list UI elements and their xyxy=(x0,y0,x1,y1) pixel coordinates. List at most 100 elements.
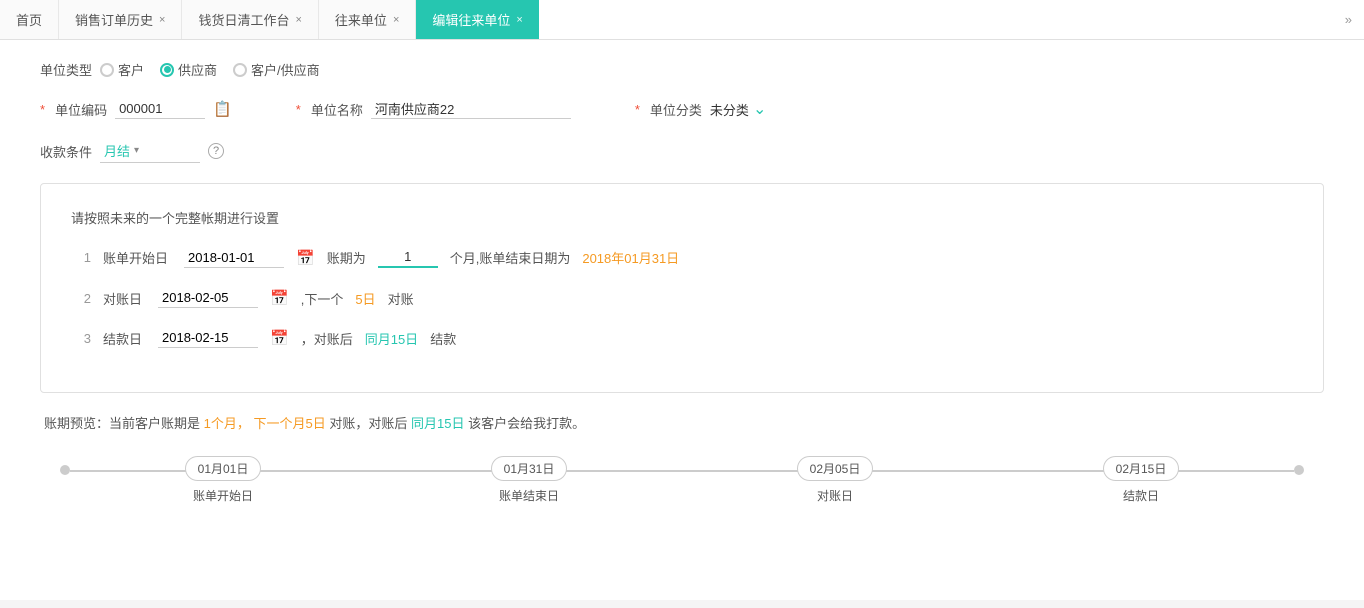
period-suffix: 个月,账单结束日期为 xyxy=(450,248,571,267)
unit-code-icon[interactable]: 📋 xyxy=(213,100,232,118)
period-label: 账期为 xyxy=(327,248,366,267)
payment-date-cal-icon[interactable]: 📅 xyxy=(270,329,289,347)
unit-name-input[interactable] xyxy=(371,99,571,119)
reconcile-date-cal-icon[interactable]: 📅 xyxy=(270,289,289,307)
preview-mid: 对账，对账后 xyxy=(329,416,407,431)
unit-name-label: 单位名称 xyxy=(311,100,363,119)
radio-group: 客户 供应商 客户/供应商 xyxy=(100,60,320,79)
unit-info-row: * 单位编码 📋 * 单位名称 * 单位分类 未分类 ⌄ xyxy=(40,99,1324,119)
tab-home[interactable]: 首页 xyxy=(0,0,59,39)
payment-terms-row: 收款条件 月结 ▾ ? xyxy=(40,139,1324,163)
radio-both-circle[interactable] xyxy=(233,63,247,77)
payment-terms-value: 月结 xyxy=(104,141,130,160)
row-label-1: 账单开始日 xyxy=(103,248,168,267)
timeline-start-dot xyxy=(60,465,70,475)
preview-suffix: 该客户会给我打款。 xyxy=(468,416,585,431)
tab-edit-partner[interactable]: 编辑往来单位 × xyxy=(416,0,538,39)
payment-date-input[interactable] xyxy=(158,328,258,348)
tab-partner-label: 往来单位 xyxy=(335,10,387,29)
row-num-2: 2 xyxy=(71,291,91,306)
unit-code-label: 单位编码 xyxy=(55,100,107,119)
timeline-date-2: 01月31日 xyxy=(491,456,568,481)
unit-type-label: 单位类型 xyxy=(40,60,92,79)
timeline-label-1: 账单开始日 xyxy=(193,487,253,504)
timeline-label-3: 对账日 xyxy=(817,487,853,504)
radio-customer[interactable]: 客户 xyxy=(100,60,144,79)
timeline-date-4: 02月15日 xyxy=(1103,456,1180,481)
tab-cash-work-close[interactable]: × xyxy=(295,14,301,26)
category-dropdown-arrow[interactable]: ⌄ xyxy=(753,99,766,119)
unit-category-value: 未分类 xyxy=(710,100,749,119)
tab-sales-history-label: 销售订单历史 xyxy=(75,10,153,29)
preview-part3: 同月15日 xyxy=(411,416,464,431)
timeline-label-4: 结款日 xyxy=(1123,487,1159,504)
unit-type-field: 单位类型 客户 供应商 客户/供应商 xyxy=(40,60,320,79)
radio-both[interactable]: 客户/供应商 xyxy=(233,60,320,79)
tab-partner[interactable]: 往来单位 × xyxy=(319,0,416,39)
tab-cash-work-label: 钱货日清工作台 xyxy=(198,10,289,29)
tab-cash-work[interactable]: 钱货日清工作台 × xyxy=(182,0,318,39)
preview-part2: 下一个月5日 xyxy=(254,416,326,431)
setting-row-2: 2 对账日 📅 ,下一个 5日 对账 xyxy=(71,288,1293,308)
payment-day-highlight: 同月15日 xyxy=(365,329,418,348)
reconcile-day-highlight: 5日 xyxy=(355,289,375,308)
page-content: 单位类型 客户 供应商 客户/供应商 * 单位编码 xyxy=(0,40,1364,600)
radio-supplier-label: 供应商 xyxy=(178,60,217,79)
radio-both-label: 客户/供应商 xyxy=(251,60,320,79)
timeline-end-dot xyxy=(1294,465,1304,475)
preview-label: 账期预览：当前客户账期是 xyxy=(44,416,200,431)
payment-terms-field: 收款条件 月结 ▾ ? xyxy=(40,139,224,163)
timeline-node-2: 01月31日 账单结束日 xyxy=(376,456,682,504)
timeline-date-1: 01月01日 xyxy=(185,456,262,481)
timeline-label-2: 账单结束日 xyxy=(499,487,559,504)
payment-suffix: 结款 xyxy=(430,329,456,348)
preview-part1: 1个月， xyxy=(204,416,250,431)
radio-customer-label: 客户 xyxy=(118,60,144,79)
period-input[interactable] xyxy=(378,247,438,268)
unit-category-star: * xyxy=(635,102,640,117)
payment-terms-help[interactable]: ? xyxy=(208,143,224,159)
unit-code-star: * xyxy=(40,102,45,117)
settings-panel: 请按照未来的一个完整帐期进行设置 1 账单开始日 📅 账期为 个月,账单结束日期… xyxy=(40,183,1324,393)
timeline-date-3: 02月05日 xyxy=(797,456,874,481)
radio-customer-circle[interactable] xyxy=(100,63,114,77)
payment-terms-arrow[interactable]: ▾ xyxy=(134,145,139,156)
timeline-node-3: 02月05日 对账日 xyxy=(682,456,988,504)
row-label-2: 对账日 xyxy=(103,289,142,308)
reconcile-suffix: 对账 xyxy=(388,289,414,308)
payment-terms-label: 收款条件 xyxy=(40,142,92,161)
reconcile-date-input[interactable] xyxy=(158,288,258,308)
unit-category-dropdown[interactable]: 未分类 ⌄ xyxy=(710,99,766,119)
unit-name-star: * xyxy=(296,102,301,117)
end-date-highlight: 2018年01月31日 xyxy=(582,248,679,267)
row-num-3: 3 xyxy=(71,331,91,346)
unit-type-row: 单位类型 客户 供应商 客户/供应商 xyxy=(40,60,1324,79)
start-date-cal-icon[interactable]: 📅 xyxy=(296,249,315,267)
tab-home-label: 首页 xyxy=(16,10,42,29)
unit-category-field: * 单位分类 未分类 ⌄ xyxy=(635,99,767,119)
tab-sales-history[interactable]: 销售订单历史 × xyxy=(59,0,182,39)
unit-code-input[interactable] xyxy=(115,99,205,119)
timeline-container: 01月01日 账单开始日 01月31日 账单结束日 02月05日 对账日 02月… xyxy=(40,456,1324,504)
tabs-bar: 首页 销售订单历史 × 钱货日清工作台 × 往来单位 × 编辑往来单位 × » xyxy=(0,0,1364,40)
start-date-input[interactable] xyxy=(184,248,284,268)
tab-partner-close[interactable]: × xyxy=(393,14,399,26)
setting-row-3: 3 结款日 📅 ，对账后 同月15日 结款 xyxy=(71,328,1293,348)
unit-category-label: 单位分类 xyxy=(650,100,702,119)
row-label-3: 结款日 xyxy=(103,329,142,348)
payment-terms-dropdown[interactable]: 月结 ▾ xyxy=(100,139,200,163)
preview-section: 账期预览：当前客户账期是 1个月， 下一个月5日 对账，对账后 同月15日 该客… xyxy=(40,413,1324,432)
tab-sales-history-close[interactable]: × xyxy=(159,14,165,26)
setting-row-1: 1 账单开始日 📅 账期为 个月,账单结束日期为 2018年01月31日 xyxy=(71,247,1293,268)
row-num-1: 1 xyxy=(71,250,91,265)
radio-supplier-circle[interactable] xyxy=(160,63,174,77)
radio-supplier[interactable]: 供应商 xyxy=(160,60,217,79)
timeline-node-4: 02月15日 结款日 xyxy=(988,456,1294,504)
unit-name-field: * 单位名称 xyxy=(296,99,571,119)
timeline-node-1: 01月01日 账单开始日 xyxy=(70,456,376,504)
payment-prefix: ，对账后 xyxy=(301,329,353,348)
reconcile-prefix: ,下一个 xyxy=(301,289,344,308)
tab-edit-partner-close[interactable]: × xyxy=(516,14,522,26)
tab-edit-partner-label: 编辑往来单位 xyxy=(432,10,510,29)
tabs-expand-arrow[interactable]: » xyxy=(1333,0,1364,39)
